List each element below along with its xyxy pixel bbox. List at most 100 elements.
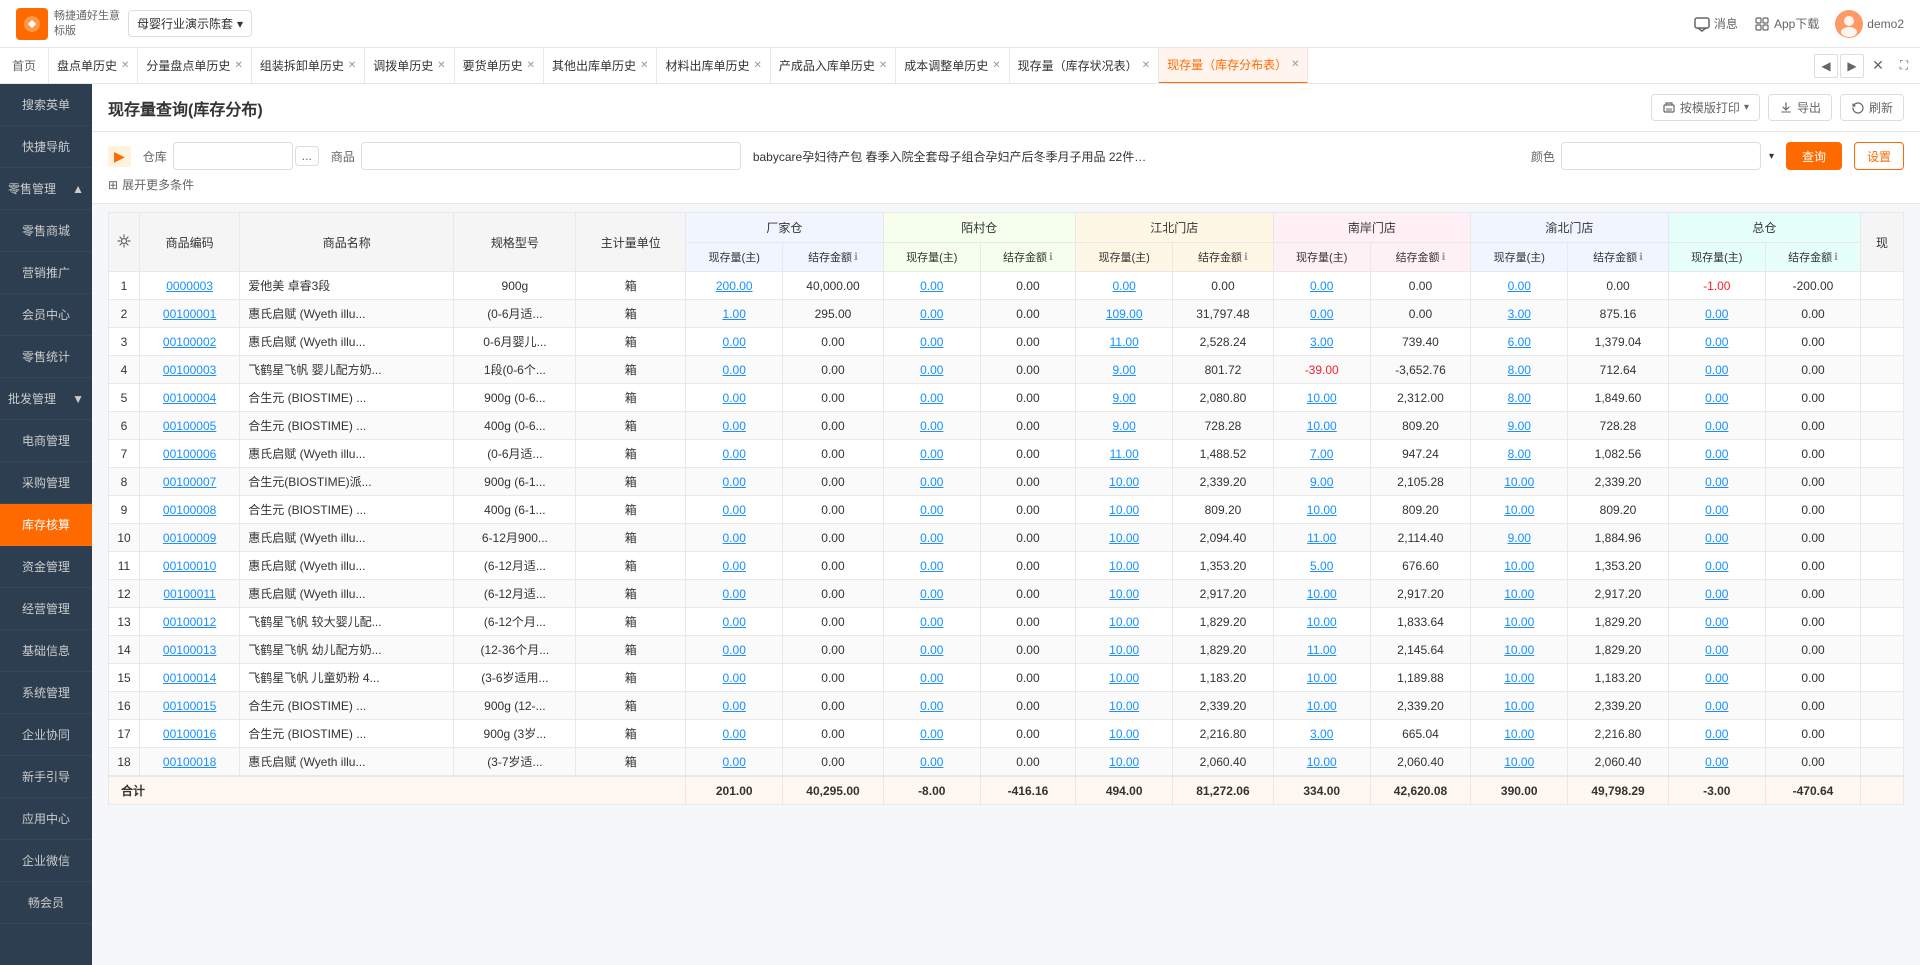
code-link[interactable]: 00100005 <box>163 419 216 433</box>
muc-qty-link[interactable]: 0.00 <box>920 335 943 349</box>
code-link[interactable]: 0000003 <box>166 279 213 293</box>
expand-filter-btn[interactable]: ⊞ 展开更多条件 <box>108 176 1904 193</box>
yb-qty-link[interactable]: 10.00 <box>1504 643 1534 657</box>
na-qty-link[interactable]: 3.00 <box>1310 335 1333 349</box>
sidebar-item-basic[interactable]: 基础信息 <box>0 630 92 672</box>
code-link[interactable]: 00100013 <box>163 643 216 657</box>
total-qty-link[interactable]: 0.00 <box>1705 307 1728 321</box>
sidebar-item-retail-stats[interactable]: 零售统计 <box>0 336 92 378</box>
tab-close-icon[interactable]: ✕ <box>121 60 129 71</box>
code-link[interactable]: 00100014 <box>163 671 216 685</box>
code-link[interactable]: 00100007 <box>163 475 216 489</box>
total-qty-link[interactable]: 0.00 <box>1705 615 1728 629</box>
yb-qty-link[interactable]: 10.00 <box>1504 699 1534 713</box>
fac-qty-link[interactable]: 0.00 <box>723 503 746 517</box>
jb-qty-link[interactable]: 10.00 <box>1109 699 1139 713</box>
info-icon-yb[interactable]: ℹ <box>1639 252 1643 263</box>
code-link[interactable]: 00100018 <box>163 755 216 769</box>
na-qty-link[interactable]: 0.00 <box>1310 307 1333 321</box>
jb-qty-link[interactable]: 10.00 <box>1109 727 1139 741</box>
jb-qty-link[interactable]: 11.00 <box>1110 447 1139 461</box>
fac-qty-link[interactable]: 0.00 <box>723 391 746 405</box>
code-link[interactable]: 00100003 <box>163 363 216 377</box>
muc-qty-link[interactable]: 0.00 <box>920 391 943 405</box>
sidebar-item-ecommerce[interactable]: 电商管理 <box>0 420 92 462</box>
tab-close-icon11[interactable]: ✕ <box>1291 59 1299 70</box>
warehouse-ellipsis-btn[interactable]: ... <box>295 146 319 166</box>
yb-qty-link[interactable]: 10.00 <box>1504 559 1534 573</box>
tab-material-out[interactable]: 材料出库单历史 ✕ <box>657 48 770 84</box>
muc-qty-link[interactable]: 0.00 <box>920 503 943 517</box>
code-link[interactable]: 00100016 <box>163 727 216 741</box>
na-qty-link[interactable]: -39.00 <box>1305 363 1339 377</box>
yb-qty-link[interactable]: 10.00 <box>1504 755 1534 769</box>
tab-stock-status[interactable]: 现存量（库存状况表） ✕ <box>1010 48 1159 84</box>
fac-qty-link[interactable]: 0.00 <box>723 363 746 377</box>
fac-qty-link[interactable]: 0.00 <box>723 475 746 489</box>
fac-qty-link[interactable]: 0.00 <box>723 755 746 769</box>
muc-qty-link[interactable]: 0.00 <box>920 419 943 433</box>
sidebar-item-search[interactable]: 搜索英单 <box>0 84 92 126</box>
yb-qty-link[interactable]: 10.00 <box>1504 587 1534 601</box>
goods-input[interactable] <box>361 142 741 170</box>
jb-qty-link[interactable]: 10.00 <box>1109 671 1139 685</box>
jb-qty-link[interactable]: 10.00 <box>1109 587 1139 601</box>
muc-qty-link[interactable]: 0.00 <box>920 699 943 713</box>
warehouse-input[interactable] <box>173 142 293 170</box>
tab-home[interactable]: 首页 <box>0 48 49 84</box>
jb-qty-link[interactable]: 10.00 <box>1109 643 1139 657</box>
yb-qty-link[interactable]: 10.00 <box>1504 503 1534 517</box>
total-qty-link[interactable]: 0.00 <box>1705 419 1728 433</box>
tab-close-icon8[interactable]: ✕ <box>879 60 887 71</box>
muc-qty-link[interactable]: 0.00 <box>920 643 943 657</box>
code-link[interactable]: 00100001 <box>163 307 216 321</box>
total-qty-link[interactable]: 0.00 <box>1705 363 1728 377</box>
sidebar-item-purchase[interactable]: 采购管理 <box>0 462 92 504</box>
fac-qty-link[interactable]: 0.00 <box>723 643 746 657</box>
jb-qty-link[interactable]: 109.00 <box>1106 307 1143 321</box>
user-menu[interactable]: demo2 <box>1835 10 1904 38</box>
info-icon-total[interactable]: ℹ <box>1834 252 1838 263</box>
total-qty-link[interactable]: 0.00 <box>1705 559 1728 573</box>
jb-qty-link[interactable]: 10.00 <box>1109 615 1139 629</box>
muc-qty-link[interactable]: 0.00 <box>920 559 943 573</box>
sidebar-item-wholesale[interactable]: 批发管理▼ <box>0 378 92 420</box>
fac-qty-link[interactable]: 0.00 <box>723 671 746 685</box>
tab-stock-dist[interactable]: 现存量（库存分布表） ✕ <box>1159 48 1308 84</box>
yb-qty-link[interactable]: 3.00 <box>1508 307 1531 321</box>
muc-qty-link[interactable]: 0.00 <box>920 615 943 629</box>
yb-qty-link[interactable]: 10.00 <box>1504 727 1534 741</box>
muc-qty-link[interactable]: 0.00 <box>920 587 943 601</box>
sidebar-item-retail-mall[interactable]: 零售商城 <box>0 210 92 252</box>
tab-close-icon4[interactable]: ✕ <box>437 60 445 71</box>
tab-close-icon6[interactable]: ✕ <box>640 60 648 71</box>
refresh-btn[interactable]: 刷新 <box>1840 94 1904 121</box>
total-qty-link[interactable]: 0.00 <box>1705 335 1728 349</box>
tab-close-icon2[interactable]: ✕ <box>234 60 242 71</box>
sidebar-item-marketing[interactable]: 营销推广 <box>0 252 92 294</box>
fac-qty-link[interactable]: 1.00 <box>723 307 746 321</box>
na-qty-link[interactable]: 3.00 <box>1310 727 1333 741</box>
total-qty-link[interactable]: 0.00 <box>1705 755 1728 769</box>
jb-qty-link[interactable]: 10.00 <box>1109 475 1139 489</box>
na-qty-link[interactable]: 10.00 <box>1307 671 1337 685</box>
tab-quantity-check[interactable]: 分量盘点单历史 ✕ <box>138 48 251 84</box>
jb-qty-link[interactable]: 10.00 <box>1109 755 1139 769</box>
tab-prev-btn[interactable]: ◀ <box>1814 54 1838 78</box>
tab-close-icon3[interactable]: ✕ <box>348 60 356 71</box>
yb-qty-link[interactable]: 9.00 <box>1508 531 1531 545</box>
info-icon-muc[interactable]: ℹ <box>1049 252 1053 263</box>
na-qty-link[interactable]: 7.00 <box>1310 447 1333 461</box>
tab-close-icon5[interactable]: ✕ <box>527 60 535 71</box>
code-link[interactable]: 00100004 <box>163 391 216 405</box>
na-qty-link[interactable]: 10.00 <box>1307 503 1337 517</box>
code-link[interactable]: 00100009 <box>163 531 216 545</box>
total-qty-link[interactable]: 0.00 <box>1705 643 1728 657</box>
tab-close-icon7[interactable]: ✕ <box>753 60 761 71</box>
yb-qty-link[interactable]: 6.00 <box>1508 335 1531 349</box>
yb-qty-link[interactable]: 8.00 <box>1508 391 1531 405</box>
jb-qty-link[interactable]: 10.00 <box>1109 559 1139 573</box>
tab-close-icon9[interactable]: ✕ <box>992 60 1000 71</box>
na-qty-link[interactable]: 9.00 <box>1310 475 1333 489</box>
sidebar-item-guide[interactable]: 新手引导 <box>0 756 92 798</box>
